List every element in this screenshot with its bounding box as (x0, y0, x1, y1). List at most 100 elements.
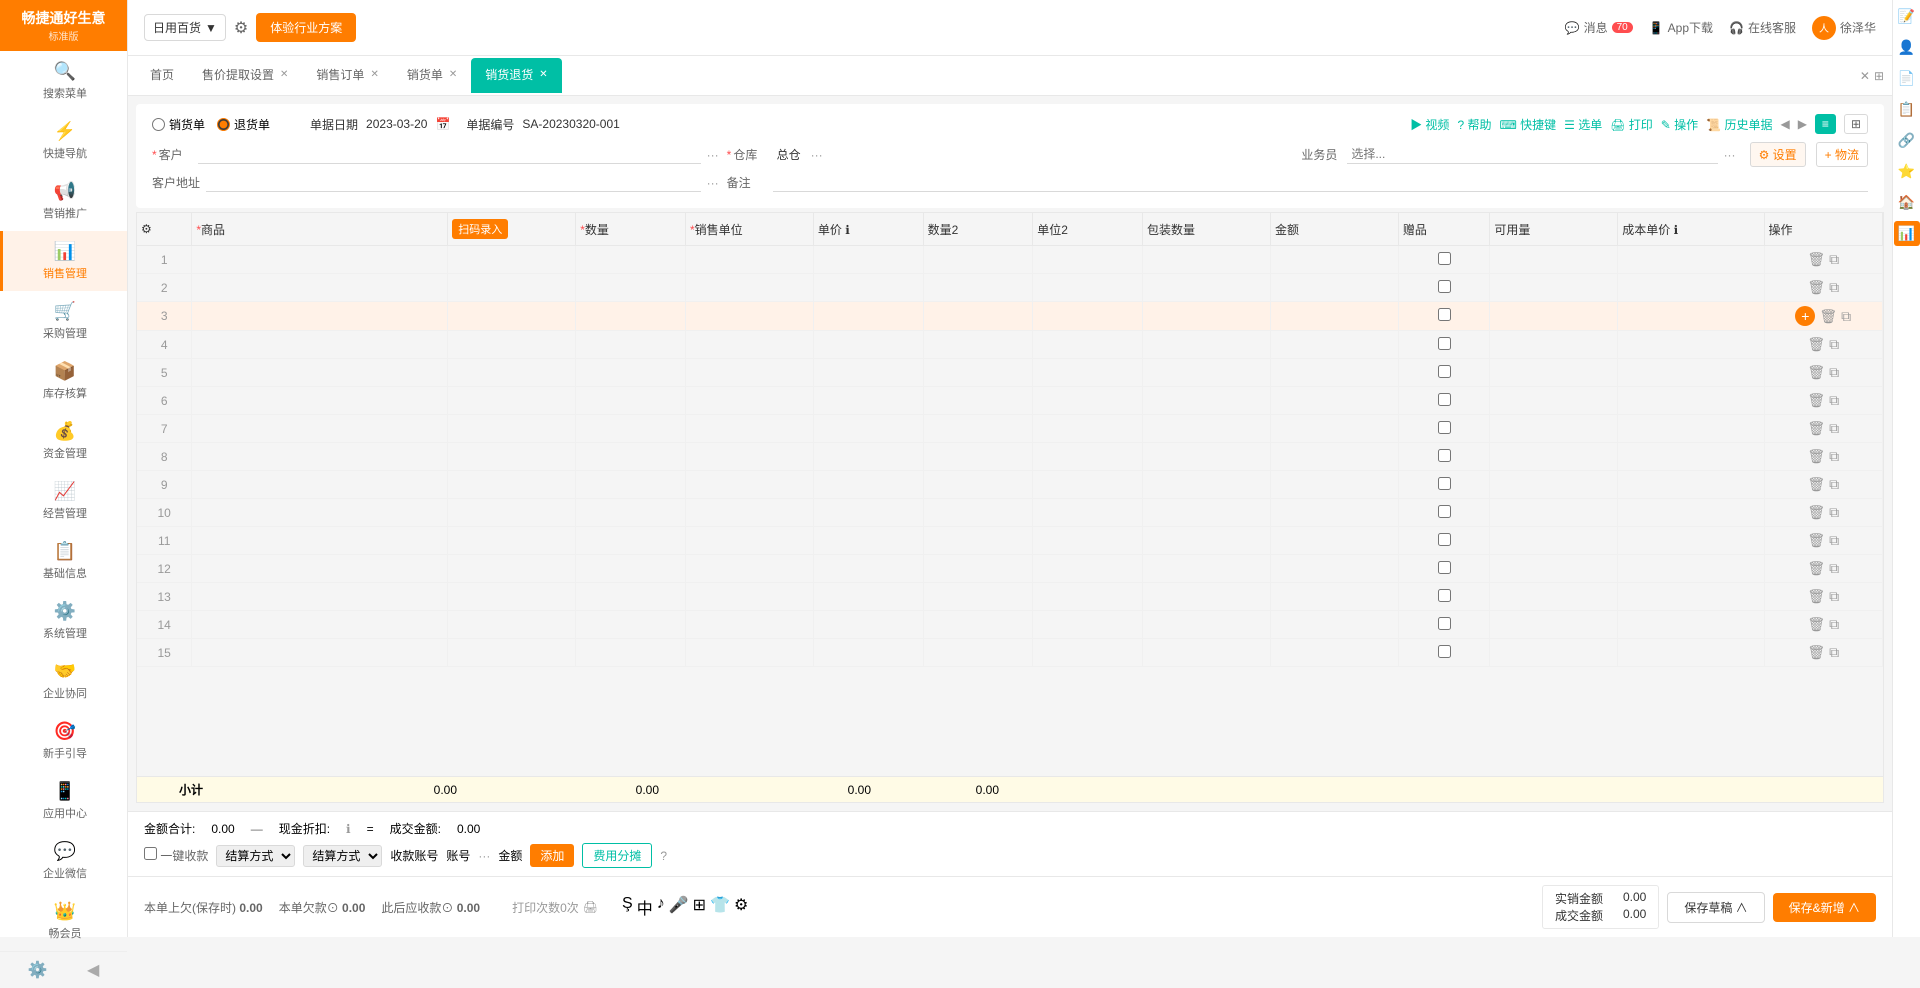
row-pack-qty-15[interactable] (1142, 639, 1270, 667)
customer-input[interactable] (198, 145, 701, 164)
row-unit2-12[interactable] (1033, 555, 1143, 583)
row-cost-price-4[interactable] (1618, 331, 1764, 359)
delete-row-icon-7[interactable]: 🗑 (1807, 420, 1825, 437)
right-icon-list[interactable]: 📋 (1894, 97, 1920, 122)
salesperson-input[interactable] (1347, 145, 1717, 164)
row-amount-15[interactable] (1270, 639, 1398, 667)
salesperson-picker-icon[interactable]: ··· (1724, 148, 1736, 162)
row-qty-12[interactable] (576, 555, 686, 583)
account-method-select2[interactable]: 结算方式 (303, 845, 382, 867)
row-qty-11[interactable] (576, 527, 686, 555)
row-qty-3[interactable] (576, 302, 686, 331)
row-gift-14[interactable] (1398, 611, 1489, 639)
row-unit2-1[interactable] (1033, 246, 1143, 274)
app-download-item[interactable]: 📱 App下载 (1649, 19, 1713, 36)
row-qty2-9[interactable] (923, 471, 1033, 499)
delete-row-icon-13[interactable]: 🗑 (1807, 588, 1825, 605)
experience-button[interactable]: 体验行业方案 (256, 13, 356, 42)
right-icon-link[interactable]: 🔗 (1894, 128, 1920, 153)
customer-picker-icon[interactable]: ··· (707, 148, 719, 162)
sidebar-item-wechat[interactable]: 💬 企业微信 (0, 831, 127, 891)
sidebar-item-search[interactable]: 🔍 搜索菜单 (0, 51, 127, 111)
row-cost-price-8[interactable] (1618, 443, 1764, 471)
row-qty2-5[interactable] (923, 359, 1033, 387)
row-pack-qty-1[interactable] (1142, 246, 1270, 274)
row-qty-15[interactable] (576, 639, 686, 667)
row-product-6[interactable] (192, 387, 448, 415)
row-cost-price-7[interactable] (1618, 415, 1764, 443)
row-qty2-12[interactable] (923, 555, 1033, 583)
add-button[interactable]: 添加 (530, 844, 574, 867)
delete-row-icon-15[interactable]: 🗑 (1807, 644, 1825, 661)
message-item[interactable]: 💬 消息 70 (1565, 19, 1633, 36)
sidebar-item-basic[interactable]: 📋 基础信息 (0, 531, 127, 591)
row-qty-4[interactable] (576, 331, 686, 359)
settings-bottom-icon[interactable]: ⚙️ (28, 960, 48, 980)
tab-price-settings-close-icon[interactable]: ✕ (280, 69, 288, 80)
delete-row-icon-3[interactable]: 🗑 (1819, 308, 1837, 325)
select-action[interactable]: ☰ 选单 (1564, 116, 1602, 133)
right-icon-note[interactable]: 📝 (1894, 4, 1920, 29)
collapse-icon[interactable]: ◀ (87, 960, 99, 980)
row-amount-12[interactable] (1270, 555, 1398, 583)
fee-split-button[interactable]: 费用分摊 (582, 843, 652, 868)
row-gift-3[interactable] (1398, 302, 1489, 331)
right-icon-person[interactable]: 👤 (1894, 35, 1920, 60)
row-product-15[interactable] (192, 639, 448, 667)
row-available-11[interactable] (1490, 527, 1618, 555)
row-gift-1[interactable] (1398, 246, 1489, 274)
add-row-button-3[interactable]: + (1795, 306, 1815, 326)
row-qty2-3[interactable] (923, 302, 1033, 331)
radio-delivery[interactable]: 销货单 (152, 116, 205, 133)
right-icon-star[interactable]: ⭐ (1894, 159, 1920, 184)
sidebar-item-sales[interactable]: 📊 销售管理 (0, 231, 127, 291)
sidebar-item-enterprise[interactable]: 🤝 企业协同 (0, 651, 127, 711)
row-unit-12[interactable] (685, 555, 813, 583)
row-unit2-5[interactable] (1033, 359, 1143, 387)
copy-row-icon-12[interactable]: ⧉ (1829, 560, 1839, 577)
row-amount-8[interactable] (1270, 443, 1398, 471)
row-unit2-14[interactable] (1033, 611, 1143, 639)
tab-home[interactable]: 首页 (136, 58, 188, 93)
tab-sales-order-close-icon[interactable]: ✕ (370, 69, 378, 80)
row-unit-4[interactable] (685, 331, 813, 359)
prev-doc-icon[interactable]: ◀ (1780, 117, 1789, 131)
row-product-3[interactable] (192, 302, 448, 331)
row-pack-qty-8[interactable] (1142, 443, 1270, 471)
row-price-7[interactable] (813, 415, 923, 443)
setting-button[interactable]: ⚙ 设置 (1750, 142, 1806, 167)
row-unit2-11[interactable] (1033, 527, 1143, 555)
row-gift-12[interactable] (1398, 555, 1489, 583)
account-dots[interactable]: ··· (478, 849, 490, 863)
row-available-13[interactable] (1490, 583, 1618, 611)
copy-row-icon-3[interactable]: ⧉ (1841, 308, 1851, 325)
online-service-item[interactable]: 🎧 在线客服 (1729, 19, 1796, 36)
row-product-11[interactable] (192, 527, 448, 555)
copy-row-icon-2[interactable]: ⧉ (1829, 279, 1839, 296)
tabs-close-all-icon[interactable]: ✕ (1860, 69, 1870, 83)
row-qty-10[interactable] (576, 499, 686, 527)
row-unit-8[interactable] (685, 443, 813, 471)
row-pack-qty-4[interactable] (1142, 331, 1270, 359)
row-qty-13[interactable] (576, 583, 686, 611)
row-pack-qty-5[interactable] (1142, 359, 1270, 387)
account-method-select[interactable]: 结算方式 (216, 845, 295, 867)
row-gift-5[interactable] (1398, 359, 1489, 387)
row-product-1[interactable] (192, 246, 448, 274)
delete-row-icon-4[interactable]: 🗑 (1807, 336, 1825, 353)
sidebar-item-newbie[interactable]: 🎯 新手引导 (0, 711, 127, 771)
sidebar-item-appstore[interactable]: 📱 应用中心 (0, 771, 127, 831)
copy-row-icon-13[interactable]: ⧉ (1829, 588, 1839, 605)
row-qty2-13[interactable] (923, 583, 1033, 611)
row-price-9[interactable] (813, 471, 923, 499)
copy-row-icon-6[interactable]: ⧉ (1829, 392, 1839, 409)
row-gift-10[interactable] (1398, 499, 1489, 527)
row-product-5[interactable] (192, 359, 448, 387)
tab-sales-delivery[interactable]: 销货单 ✕ (393, 58, 471, 93)
row-unit2-6[interactable] (1033, 387, 1143, 415)
delete-row-icon-2[interactable]: 🗑 (1807, 279, 1825, 296)
sidebar-item-vip[interactable]: 👑 畅会员 (0, 891, 127, 951)
delete-row-icon-10[interactable]: 🗑 (1807, 504, 1825, 521)
row-product-7[interactable] (192, 415, 448, 443)
row-pack-qty-3[interactable] (1142, 302, 1270, 331)
